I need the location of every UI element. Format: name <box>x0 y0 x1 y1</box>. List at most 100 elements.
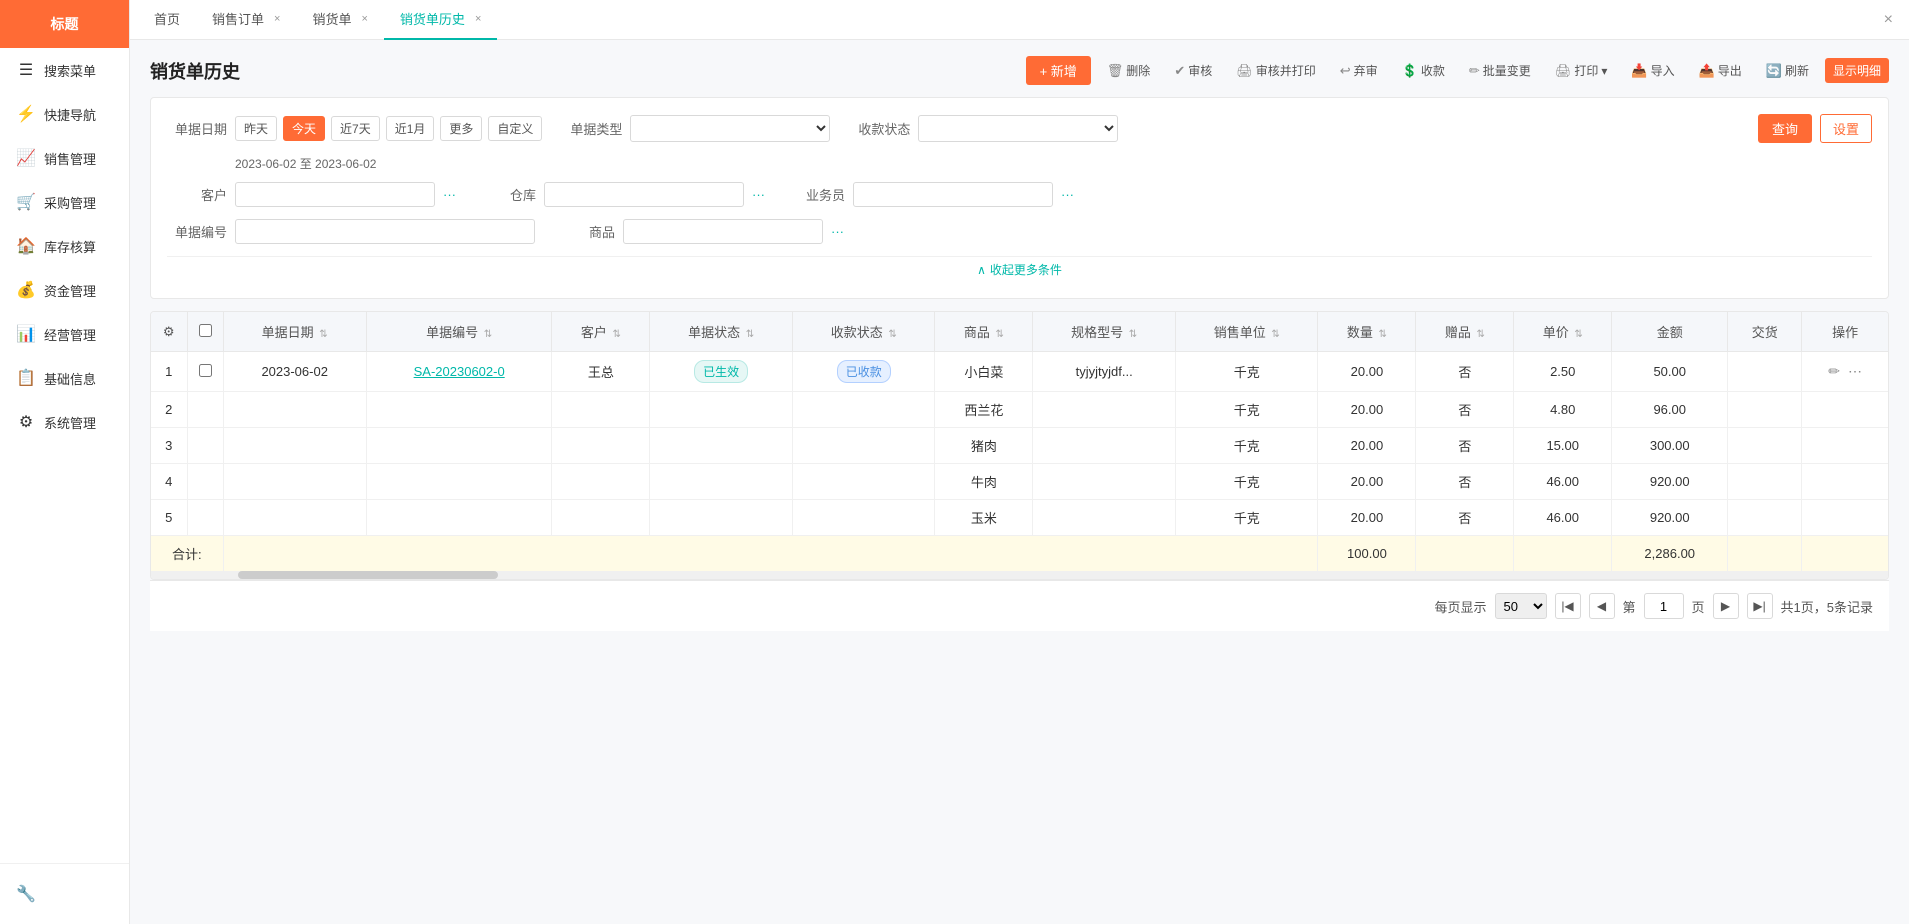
sidebar-item-quick-nav[interactable]: ⚡ 快捷导航 <box>0 92 129 136</box>
batch-change-button[interactable]: ✏ 批量变更 <box>1461 58 1539 83</box>
show-detail-button[interactable]: 显示明细 <box>1825 58 1889 83</box>
tab-home[interactable]: 首页 <box>138 0 196 40</box>
sidebar-item-sys-mgmt[interactable]: ⚙ 系统管理 <box>0 400 129 444</box>
tab-bar-close-all[interactable]: × <box>1876 11 1901 29</box>
page-number-input[interactable] <box>1644 593 1684 619</box>
th-settings[interactable]: ⚙ <box>151 312 187 352</box>
sidebar-item-label: 销售管理 <box>44 149 96 168</box>
sort-spec-icon[interactable]: ⇅ <box>1129 329 1137 340</box>
cell-checkbox-2[interactable] <box>187 428 223 464</box>
query-button[interactable]: 查询 <box>1758 114 1812 143</box>
th-action: 操作 <box>1802 312 1888 352</box>
last-page-btn[interactable]: ▶| <box>1747 593 1773 619</box>
warehouse-ellipsis-btn[interactable]: ··· <box>752 187 765 202</box>
cell-docno-4[interactable] <box>366 500 552 536</box>
tab-sales-goods[interactable]: 销货单 × <box>296 0 383 40</box>
sidebar-item-finance[interactable]: 💰 资金管理 <box>0 268 129 312</box>
new-button[interactable]: + 新增 <box>1026 56 1091 85</box>
sort-gift-icon[interactable]: ⇅ <box>1476 329 1484 340</box>
more-action-icon[interactable]: ⋯ <box>1848 363 1862 380</box>
filter-date: 单据日期 昨天 今天 近7天 近1月 更多 自定义 <box>167 116 542 141</box>
doc-no-input[interactable] <box>235 219 535 244</box>
cell-spec-2 <box>1033 428 1176 464</box>
page-size-label: 每页显示 <box>1434 597 1486 616</box>
sort-date-icon[interactable]: ⇅ <box>319 329 327 340</box>
date-btn-yesterday[interactable]: 昨天 <box>235 116 277 141</box>
cell-docno-0[interactable]: SA-20230602-0 <box>366 352 552 392</box>
edit-action-icon[interactable]: ✏ <box>1828 363 1840 380</box>
doc-no-link[interactable]: SA-20230602-0 <box>414 364 505 379</box>
cell-date-2 <box>223 428 366 464</box>
settings-button[interactable]: 设置 <box>1820 114 1872 143</box>
warehouse-input[interactable] <box>544 182 744 207</box>
sort-qty-icon[interactable]: ⇅ <box>1379 329 1387 340</box>
cell-docno-1[interactable] <box>366 392 552 428</box>
cell-product-3: 牛肉 <box>935 464 1033 500</box>
sort-customer-icon[interactable]: ⇅ <box>613 329 621 340</box>
staff-ellipsis-btn[interactable]: ··· <box>1061 187 1074 202</box>
collect-button[interactable]: 💲 收款 <box>1394 58 1453 83</box>
row-checkbox[interactable] <box>199 364 212 377</box>
next-page-btn[interactable]: ▶ <box>1713 593 1739 619</box>
cell-paystatus-1 <box>792 392 935 428</box>
date-btn-today[interactable]: 今天 <box>283 116 325 141</box>
close-sales-order-icon[interactable]: × <box>274 13 280 25</box>
scrollbar-thumb[interactable] <box>238 571 499 579</box>
sort-price-icon[interactable]: ⇅ <box>1574 329 1582 340</box>
sort-paystatus-icon[interactable]: ⇅ <box>888 329 896 340</box>
staff-input[interactable] <box>853 182 1053 207</box>
audit-print-button[interactable]: 🖨 审核并打印 <box>1228 58 1324 83</box>
refresh-button[interactable]: 🔄 刷新 <box>1758 58 1817 83</box>
date-btn-7days[interactable]: 近7天 <box>331 116 380 141</box>
delete-button[interactable]: 🗑 删除 <box>1099 58 1159 83</box>
tab-sales-history[interactable]: 销货单历史 × <box>384 0 497 40</box>
cell-docno-3[interactable] <box>366 464 552 500</box>
sort-unit-icon[interactable]: ⇅ <box>1271 329 1279 340</box>
customer-ellipsis-btn[interactable]: ··· <box>443 187 456 202</box>
close-sales-goods-icon[interactable]: × <box>361 13 367 25</box>
sort-product-icon[interactable]: ⇅ <box>996 329 1004 340</box>
customer-input[interactable] <box>235 182 435 207</box>
sort-docno-icon[interactable]: ⇅ <box>484 329 492 340</box>
first-page-btn[interactable]: |◀ <box>1555 593 1581 619</box>
sidebar-item-operations[interactable]: 📊 经营管理 <box>0 312 129 356</box>
date-btn-more[interactable]: 更多 <box>440 116 482 141</box>
sidebar-item-purchase-mgmt[interactable]: 🛒 采购管理 <box>0 180 129 224</box>
sidebar-item-basic-info[interactable]: 📋 基础信息 <box>0 356 129 400</box>
column-settings-icon[interactable]: ⚙ <box>163 324 175 339</box>
payment-status-select[interactable] <box>918 115 1118 142</box>
table-row: 12023-06-02SA-20230602-0王总已生效已收款小白菜tyjyj… <box>151 352 1888 392</box>
cell-checkbox-3[interactable] <box>187 464 223 500</box>
sort-docstatus-icon[interactable]: ⇅ <box>746 329 754 340</box>
page-label-after: 页 <box>1692 597 1705 616</box>
audit-button[interactable]: ✔ 审核 <box>1166 58 1220 83</box>
date-btn-custom[interactable]: 自定义 <box>488 116 542 141</box>
prev-page-btn[interactable]: ◀ <box>1589 593 1615 619</box>
cell-checkbox-4[interactable] <box>187 500 223 536</box>
export-button[interactable]: 📤 导出 <box>1691 58 1750 83</box>
th-checkbox[interactable] <box>187 312 223 352</box>
sidebar-item-search-menu[interactable]: ☰ 搜索菜单 <box>0 48 129 92</box>
sidebar-item-settings-bottom[interactable]: 🔧 <box>0 872 129 916</box>
sidebar-item-inventory[interactable]: 🏠 库存核算 <box>0 224 129 268</box>
product-ellipsis-btn[interactable]: ··· <box>831 224 844 239</box>
cell-docno-2[interactable] <box>366 428 552 464</box>
abandon-button[interactable]: ↩ 弃审 <box>1332 58 1386 83</box>
tab-sales-order[interactable]: 销售订单 × <box>196 0 296 40</box>
product-input[interactable] <box>623 219 823 244</box>
horizontal-scrollbar[interactable] <box>151 571 1888 579</box>
collapse-filter-btn[interactable]: ∧ 收起更多条件 <box>167 256 1872 282</box>
date-btn-1month[interactable]: 近1月 <box>386 116 435 141</box>
summary-empty-3 <box>1514 536 1612 572</box>
doc-type-select[interactable] <box>630 115 830 142</box>
cell-checkbox-1[interactable] <box>187 392 223 428</box>
sidebar-item-sales-mgmt[interactable]: 📈 销售管理 <box>0 136 129 180</box>
tab-sales-order-label: 销售订单 <box>212 9 264 28</box>
page-size-select[interactable]: 50 100 200 <box>1495 593 1547 619</box>
cell-checkbox-0[interactable] <box>187 352 223 392</box>
cell-spec-4 <box>1033 500 1176 536</box>
print-button[interactable]: 🖨 打印 ▾ <box>1547 58 1616 83</box>
select-all-checkbox[interactable] <box>199 324 212 337</box>
close-sales-history-icon[interactable]: × <box>475 13 481 25</box>
import-button[interactable]: 📥 导入 <box>1623 58 1682 83</box>
